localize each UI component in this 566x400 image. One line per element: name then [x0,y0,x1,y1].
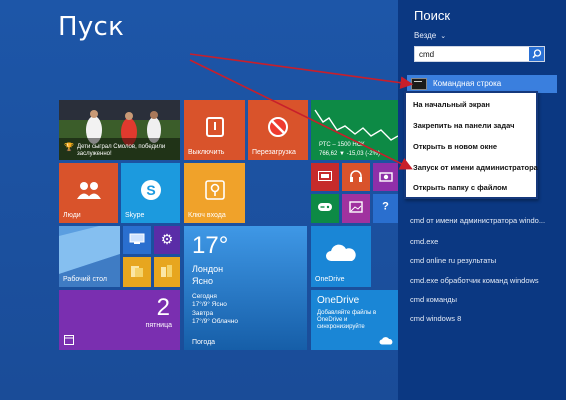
sport-caption: Дети сыграл Смолов, победили заслуженно! [77,144,166,158]
tile-weather[interactable]: 17° Лондон Ясно Сегодня 17°/9° Ясно Завт… [184,226,307,350]
tile-label: Выключить [188,148,225,156]
search-suggestion[interactable]: cmd windows 8 [410,314,461,323]
calendar-day: 2 [156,294,170,321]
cloud-icon [326,245,356,262]
onedrive-desc: Добавляйте файлы в OneDrive и синхронизи… [317,310,377,330]
library-icon [161,264,172,277]
tile-label: Люди [63,211,81,219]
search-suggestion[interactable]: cmd online ru результаты [410,256,496,265]
tile-music[interactable] [342,163,370,191]
menu-item-run-as-admin[interactable]: Запуск от имени администратора [413,163,538,172]
tile-desktop[interactable]: Рабочий стол [59,226,120,287]
tile-label: Рабочий стол [63,275,107,283]
start-screen: Пуск 🏆 Дети сыграл Смолов, победили засл… [0,0,398,400]
tile-explorer[interactable] [123,257,151,287]
tile-photos[interactable] [342,194,370,223]
computer-icon [129,233,145,244]
calendar-icon [64,335,74,345]
tile-power-off[interactable]: Выключить [184,100,245,160]
tile-sport[interactable]: 🏆 Дети сыграл Смолов, победили заслуженн… [59,100,180,160]
search-suggestion[interactable]: cmd команды [410,295,457,304]
search-button[interactable] [529,47,544,61]
page-title: Пуск [58,12,125,42]
weather-temp: 17° [192,232,229,259]
camera-icon [378,171,393,182]
trophy-icon: 🏆 [64,142,74,152]
tile-camera[interactable] [373,163,398,191]
weather-today: Сегодня [192,293,217,300]
menu-item-pin-start[interactable]: На начальный экран [413,100,490,109]
help-icon: ? [382,200,389,213]
search-box [414,46,545,62]
finance-line1: РТС – 1500 НСК [319,142,365,149]
no-entry-icon [268,117,288,137]
search-scope-label: Везде [414,31,437,40]
tile-label: OneDrive [315,275,345,283]
tile-library[interactable] [154,257,180,287]
search-suggestion[interactable]: cmd.exe [410,237,438,246]
svg-text:S: S [146,182,155,198]
weather-tomorrow: Завтра [192,310,214,317]
weather-tomorrow-value: 17°/9° Облачно [192,318,238,325]
tile-games[interactable] [311,194,339,223]
tile-onedrive[interactable]: OneDrive [311,226,371,287]
weather-city: Лондон [192,264,224,274]
menu-item-pin-taskbar[interactable]: Закрепить на панели задач [413,121,514,130]
menu-item-open-new-window[interactable]: Открыть в новом окне [413,142,497,151]
onedrive-title: OneDrive [317,295,360,306]
search-icon [532,49,542,59]
search-panel: Поиск Везде⌄ Командная строка cmd от име… [398,0,566,400]
tile-people[interactable]: Люди [59,163,118,223]
skype-icon: S [140,180,161,200]
tile-skype[interactable]: S Skype [121,163,180,223]
tile-finance[interactable]: РТС – 1500 НСК 766,62 ▼ -15,03 (-2%) [311,100,398,160]
finance-line2: 766,62 ▼ -15,03 (-2%) [319,151,380,158]
folder-icon [131,265,143,277]
search-result-label: Командная строка [433,79,502,88]
people-icon [76,182,101,199]
headphones-icon [350,169,362,182]
context-menu: На начальный экран Закрепить на панели з… [404,91,538,199]
search-scope-dropdown[interactable]: Везде ⌄ [414,31,446,40]
tile-computer[interactable] [123,226,151,254]
search-input[interactable] [415,47,529,61]
photo-icon [349,201,363,213]
tile-settings[interactable]: ⚙ [154,226,180,254]
cmd-icon [411,78,427,90]
key-icon [204,180,225,200]
tile-label: Ключ входа [188,211,226,219]
tile-help[interactable]: ? [373,194,398,223]
search-suggestion[interactable]: cmd.exe обработчик команд windows [410,276,539,285]
cloud-icon [379,337,393,345]
gamepad-icon [318,203,332,212]
tile-label: Skype [125,211,145,219]
menu-item-open-file-location[interactable]: Открыть папку с файлом [413,183,507,192]
calendar-weekday: пятница [145,322,172,329]
weather-today-value: 17°/9° Ясно [192,301,227,308]
tile-restart[interactable]: Перезагрузка [248,100,308,160]
tv-icon [318,170,332,181]
tile-keys[interactable]: Ключ входа [184,163,245,223]
tile-video[interactable] [311,163,339,191]
chevron-down-icon: ⌄ [440,33,447,40]
search-suggestion[interactable]: cmd от имени администратора windo... [410,216,545,225]
tile-calendar[interactable]: 2 пятница [59,290,180,350]
power-icon [205,117,224,137]
search-title: Поиск [414,8,451,23]
tile-onedrive-wide[interactable]: OneDrive Добавляйте файлы в OneDrive и с… [311,290,398,350]
tile-label: Перезагрузка [252,148,296,156]
weather-condition: Ясно [192,276,213,286]
tile-label: Погода [192,338,216,346]
gear-icon: ⚙ [160,230,174,247]
